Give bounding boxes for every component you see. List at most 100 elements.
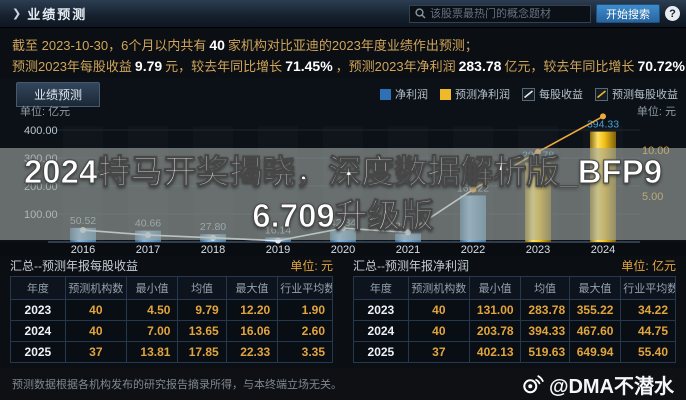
column-header: 均值 (520, 276, 570, 300)
forecast-tables: 汇总--预测年报每股收益 单位: 元 年度 预测机构数 最小值 均值 最大值 行业平均数 2… (0, 257, 686, 367)
chart-legend: 净利润 预测净利润 每股收益 预测每股收益 (380, 86, 678, 102)
legend-line-icon (595, 87, 608, 101)
profit-table-title: 汇总--预测年报净利润 (353, 258, 469, 273)
table-cell: 203.78 (468, 320, 522, 342)
table-header-row: 年度 预测机构数 最小值 均值 最大值 行业平均数 (10, 276, 333, 300)
table-cell: 55.40 (620, 341, 676, 363)
legend-swatch-icon (380, 88, 391, 100)
table-cell: 12.20 (225, 299, 279, 321)
search-icon (415, 8, 426, 19)
column-header: 均值 (177, 276, 227, 300)
table-cell: 40 (407, 320, 470, 342)
svg-text:2022: 2022 (461, 244, 485, 256)
legend-item[interactable]: 预测每股收益 (595, 86, 678, 102)
svg-text:40.66: 40.66 (135, 218, 161, 230)
table-cell: 37 (64, 341, 127, 363)
table-cell: 3.35 (277, 341, 333, 363)
svg-text:300.00: 300.00 (24, 153, 58, 165)
table-row: 2023 40 131.00 283.78 355.22 34.22 (353, 299, 676, 321)
table-row: 2024 40 7.00 13.65 16.06 2.60 (10, 320, 333, 342)
summary-line-2: 预测2023年每股收益 9.79 元，较去年同比增长 71.45% ，预测2023年净利… (12, 56, 685, 77)
summary-text: 截至 2023-10-30，6个月以内共有 (12, 38, 207, 53)
legend-line-icon (522, 87, 535, 101)
summary-text: 元，较去年同比增长 (165, 59, 283, 74)
table-cell: 16.06 (225, 320, 279, 342)
column-header: 最大值 (225, 276, 279, 300)
help-icon[interactable]: ? (665, 6, 680, 21)
table-cell: 40 (64, 299, 127, 321)
table-row: 2025 37 13.81 17.85 22.33 3.35 (10, 341, 333, 363)
column-header: 年度 (353, 276, 409, 300)
summary-value: 70.72% (637, 58, 685, 74)
column-header: 最大值 (568, 276, 622, 300)
disclaimer-text: 预测数据根据各机构发布的研究报告摘录所得，与本终端立场无关。 (12, 379, 342, 391)
table-cell: 2024 (353, 320, 409, 342)
table-cell: 467.60 (568, 320, 622, 342)
summary-value: 9.79 (134, 58, 163, 74)
legend-label: 每股收益 (539, 89, 583, 101)
table-cell: 402.13 (468, 341, 522, 363)
performance-chart: 400.00 300.00 200.00 100.00 10.00 5.00 50.52 40… (24, 113, 670, 256)
nav-performance-forecast[interactable]: ❯ 业绩预测 (6, 4, 93, 23)
svg-text:100.00: 100.00 (24, 209, 58, 221)
table-header-row: 年度 预测机构数 最小值 均值 最大值 行业平均数 (353, 276, 676, 300)
legend-swatch-icon (440, 88, 451, 100)
legend-item[interactable]: 净利润 (380, 86, 428, 102)
table-cell: 283.78 (520, 299, 570, 321)
svg-text:2016: 2016 (71, 244, 95, 256)
table-cell: 1.90 (277, 299, 333, 321)
table-cell: 519.63 (520, 341, 570, 363)
summary-value: 71.45% (285, 58, 333, 74)
eps-table-unit: 单位: 元 (290, 258, 333, 273)
svg-text:400.00: 400.00 (24, 125, 58, 137)
table-cell: 2023 (10, 299, 66, 321)
search-box[interactable] (409, 4, 591, 23)
table-cell: 17.85 (177, 341, 227, 363)
table-row: 2024 40 203.78 394.33 467.60 44.75 (353, 320, 676, 342)
eps-table-title: 汇总--预测年报每股收益 (10, 258, 138, 273)
page-title: 业绩预测 (27, 7, 88, 22)
table-cell: 4.50 (125, 299, 179, 321)
footer: 预测数据根据各机构发布的研究报告摘录所得，与本终端立场无关。 @DMA不潜水 (0, 368, 686, 400)
column-header: 预测机构数 (64, 276, 127, 300)
table-cell: 40 (64, 320, 127, 342)
profit-forecast-table: 年度 预测机构数 最小值 均值 最大值 行业平均数 2023 40 131.00 283.78 35… (353, 276, 676, 363)
column-header: 最小值 (125, 276, 179, 300)
table-row: 2023 40 4.50 9.79 12.20 1.90 (10, 299, 333, 321)
legend-label: 预测净利润 (455, 89, 510, 101)
eps-forecast-table: 年度 预测机构数 最小值 均值 最大值 行业平均数 2023 40 4.50 9.79 12.20 1… (10, 276, 333, 363)
profit-table-section: 汇总--预测年报净利润 单位: 亿元 年度 预测机构数 最小值 均值 最大值 行业平均数 2… (343, 257, 686, 367)
search-input[interactable] (430, 7, 585, 20)
svg-text:200.00: 200.00 (24, 181, 58, 193)
summary-line-1: 截至 2023-10-30，6个月以内共有 40 家机构对比亚迪的2023年度业绩作… (12, 35, 674, 56)
svg-text:16.14: 16.14 (265, 224, 291, 236)
chart-panel: 业绩预测 净利润 预测净利润 每股收益 预测每股收益 单位: 亿元 单位: 元 4… (0, 78, 686, 256)
profit-table-unit: 单位: 亿元 (621, 258, 676, 273)
table-cell: 37 (407, 341, 470, 363)
svg-text:2023: 2023 (526, 244, 550, 256)
svg-text:2020: 2020 (331, 244, 355, 256)
svg-text:394.33: 394.33 (587, 119, 619, 131)
forecast-summary: 截至 2023-10-30，6个月以内共有 40 家机构对比亚迪的2023年度业绩作… (0, 30, 686, 78)
table-cell: 649.94 (568, 341, 622, 363)
search-button[interactable]: 开始搜索 (596, 4, 660, 23)
table-cell: 2024 (10, 320, 66, 342)
table-cell: 34.22 (620, 299, 676, 321)
top-bar: ❯ 业绩预测 开始搜索 ? (0, 0, 686, 28)
table-cell: 22.33 (225, 341, 279, 363)
svg-text:50.52: 50.52 (70, 215, 96, 227)
watermark-handle: @DMA不潜水 (522, 370, 674, 399)
legend-item[interactable]: 预测净利润 (440, 86, 510, 102)
table-cell: 2025 (10, 341, 66, 363)
svg-text:2017: 2017 (136, 244, 160, 256)
svg-text:2018: 2018 (201, 244, 225, 256)
svg-text:2019: 2019 (266, 244, 290, 256)
table-cell: 131.00 (468, 299, 522, 321)
column-header: 行业平均数 (277, 276, 333, 300)
svg-text:2021: 2021 (396, 244, 420, 256)
table-cell: 13.65 (177, 320, 227, 342)
legend-item[interactable]: 每股收益 (522, 86, 583, 102)
table-cell: 7.00 (125, 320, 179, 342)
table-cell: 2023 (353, 299, 409, 321)
table-cell: 2.60 (277, 320, 333, 342)
